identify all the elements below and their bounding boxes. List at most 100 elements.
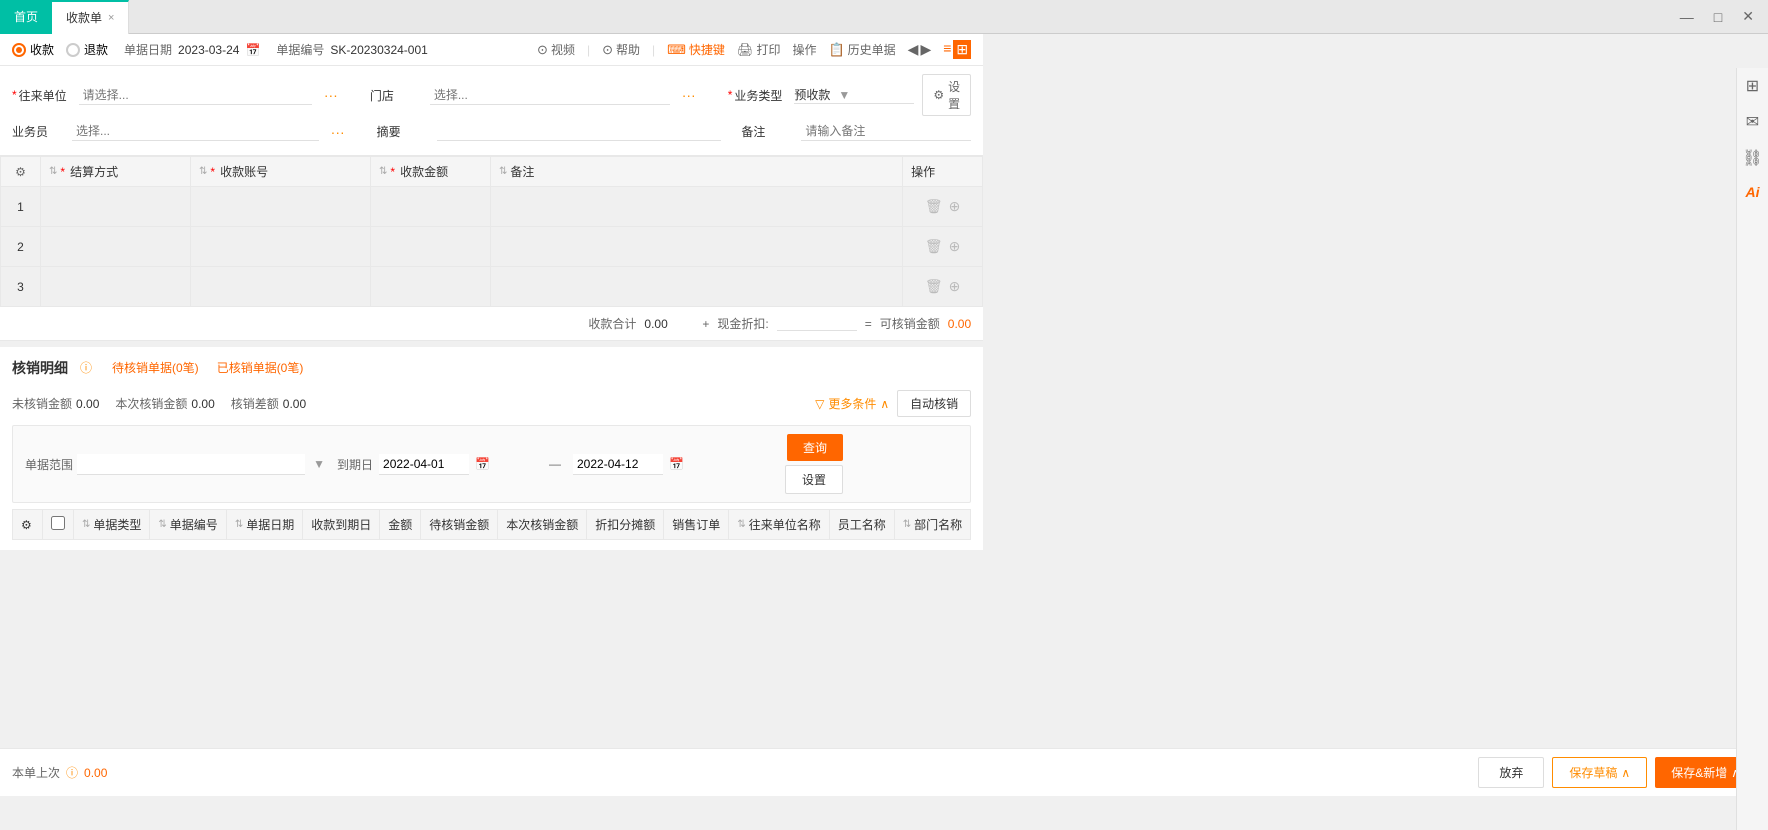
copy-icon-2[interactable]: ⊕ (949, 238, 961, 255)
col-bill-date: ⇅单据日期 (226, 510, 302, 540)
print-button[interactable]: 🖨 打印 (737, 41, 781, 58)
calendar-start-icon[interactable]: 📅 (475, 457, 490, 471)
auto-verify-button[interactable]: 自动核销 (897, 390, 971, 417)
row-3-account[interactable] (191, 267, 371, 307)
date-icon[interactable]: 📅 (245, 43, 260, 57)
copy-icon-3[interactable]: ⊕ (949, 278, 961, 295)
col-bill-type: ⇅单据类型 (74, 510, 150, 540)
close-button[interactable]: ✕ (1736, 6, 1760, 27)
tab-home[interactable]: 首页 (0, 0, 52, 34)
link-sidebar-icon[interactable]: ⛓ (1742, 148, 1762, 168)
note-input[interactable] (801, 122, 971, 141)
date-range-start: 到期日 📅 (337, 454, 537, 475)
summary-input[interactable] (437, 122, 722, 141)
col-account-header: ⇅ * 收款账号 (191, 157, 371, 187)
next-arrow[interactable]: ▶ (920, 41, 931, 58)
radio-receive[interactable]: 收款 (12, 41, 54, 58)
staff-more-icon[interactable]: ··· (331, 124, 345, 140)
counterparty-more-icon[interactable]: ··· (324, 87, 338, 103)
row-2-note[interactable] (491, 227, 903, 267)
settings-button[interactable]: ⚙ 设置 (922, 74, 971, 116)
mail-sidebar-icon[interactable]: ✉ (1746, 112, 1759, 132)
date-start-input[interactable] (379, 454, 469, 475)
unverified-value: 0.00 (76, 397, 99, 411)
nav-arrows: ◀ ▶ (908, 41, 932, 58)
footer-label: 本单上次 (12, 764, 60, 781)
info-icon-footer[interactable]: ⓘ (66, 764, 78, 781)
shortcut-icon: ⌨ (667, 42, 686, 58)
date-dash: — (549, 457, 561, 471)
tab-current[interactable]: 收款单 × (52, 0, 129, 34)
row-1-amount[interactable] (371, 187, 491, 227)
operate-button[interactable]: 操作 (792, 41, 816, 58)
tab-close-icon[interactable]: × (108, 12, 114, 24)
staff-input[interactable] (72, 122, 319, 141)
delete-icon-1[interactable]: 🗑 (925, 198, 943, 215)
form-row-2: 业务员 ··· 摘要 备注 (12, 122, 971, 141)
required-star-1: * (12, 88, 17, 102)
delete-icon-3[interactable]: 🗑 (925, 278, 943, 295)
settings-label: 设置 (948, 78, 960, 112)
required-star-2: * (728, 88, 733, 102)
row-2-account[interactable] (191, 227, 371, 267)
scope-input[interactable] (77, 454, 305, 475)
counterparty-input[interactable] (79, 86, 312, 105)
row-3-amount[interactable] (371, 267, 491, 307)
row-1-account[interactable] (191, 187, 371, 227)
table-row: 3 🗑 ⊕ (1, 267, 983, 307)
list-view-icon[interactable]: ≡ (943, 40, 951, 59)
row-1-action: 🗑 ⊕ (903, 187, 983, 227)
row-3-note[interactable] (491, 267, 903, 307)
verified-tab[interactable]: 已核销单据(0笔) (209, 357, 312, 378)
note-group: 备注 (741, 122, 971, 141)
grid-view-icon[interactable]: ⊞ (953, 40, 971, 59)
history-label: 历史单据 (848, 41, 896, 58)
minimize-button[interactable]: — (1674, 7, 1700, 27)
ai-sidebar-icon[interactable]: Ai (1746, 184, 1760, 200)
prev-arrow[interactable]: ◀ (908, 41, 919, 58)
video-button[interactable]: ⊙ 视频 (537, 41, 575, 58)
table-sidebar-icon[interactable]: ⊞ (1746, 76, 1759, 96)
row-2-amount[interactable] (371, 227, 491, 267)
calendar-end-icon[interactable]: 📅 (669, 457, 684, 471)
tab-home-label: 首页 (14, 8, 38, 25)
copy-icon-1[interactable]: ⊕ (949, 198, 961, 215)
verify-stats: 未核销金额 0.00 本次核销金额 0.00 核销差额 0.00 ▽ 更多条件 … (12, 386, 971, 425)
radio-group: 收款 退款 (12, 41, 108, 58)
store-more-icon[interactable]: ··· (682, 87, 696, 103)
col-discount: 折扣分摊额 (587, 510, 664, 540)
row-1-settle[interactable] (41, 187, 191, 227)
check-all-checkbox[interactable] (51, 516, 65, 530)
col-amount-header: ⇅ * 收款金额 (371, 157, 491, 187)
table-gear-icon[interactable]: ⚙ (15, 165, 26, 179)
help-button[interactable]: ⊙ 帮助 (602, 41, 640, 58)
row-2-settle[interactable] (41, 227, 191, 267)
radio-refund-label: 退款 (84, 41, 108, 58)
delete-icon-2[interactable]: 🗑 (925, 238, 943, 255)
date-field: 单据日期 2023-03-24 📅 (124, 41, 260, 58)
pending-tab[interactable]: 待核销单据(0笔) (104, 357, 207, 378)
discount-input[interactable] (777, 316, 857, 331)
verify-tabs: 待核销单据(0笔) 已核销单据(0笔) (104, 357, 311, 378)
current-label: 本次核销金额 (115, 395, 187, 412)
business-select[interactable]: 预收款 ▼ (794, 86, 914, 104)
verify-settings-button[interactable]: 设置 (785, 465, 843, 494)
row-1-note[interactable] (491, 187, 903, 227)
shortcut-button[interactable]: ⌨ 快捷键 (667, 41, 725, 58)
staff-group: 业务员 ··· (12, 122, 357, 141)
history-button[interactable]: 📋 历史单据 (828, 41, 895, 58)
gear-icon: ⚙ (933, 88, 944, 102)
table-gear-icon-2[interactable]: ⚙ (21, 518, 32, 532)
date-end-input[interactable] (573, 454, 663, 475)
query-button[interactable]: 查询 (787, 434, 843, 461)
radio-refund[interactable]: 退款 (66, 41, 108, 58)
bottom-table-container: ⚙ ⇅单据类型 ⇅单据编号 ⇅ (12, 509, 971, 540)
scope-dropdown-arrow[interactable]: ▼ (313, 457, 325, 471)
counterparty-group: * 往来单位 ··· (12, 86, 350, 105)
maximize-button[interactable]: □ (1708, 7, 1728, 27)
more-conditions-button[interactable]: ▽ 更多条件 ∧ (815, 395, 889, 412)
history-icon: 📋 (828, 42, 844, 58)
info-icon[interactable]: ⓘ (80, 359, 92, 376)
store-input[interactable] (430, 86, 670, 105)
row-3-settle[interactable] (41, 267, 191, 307)
